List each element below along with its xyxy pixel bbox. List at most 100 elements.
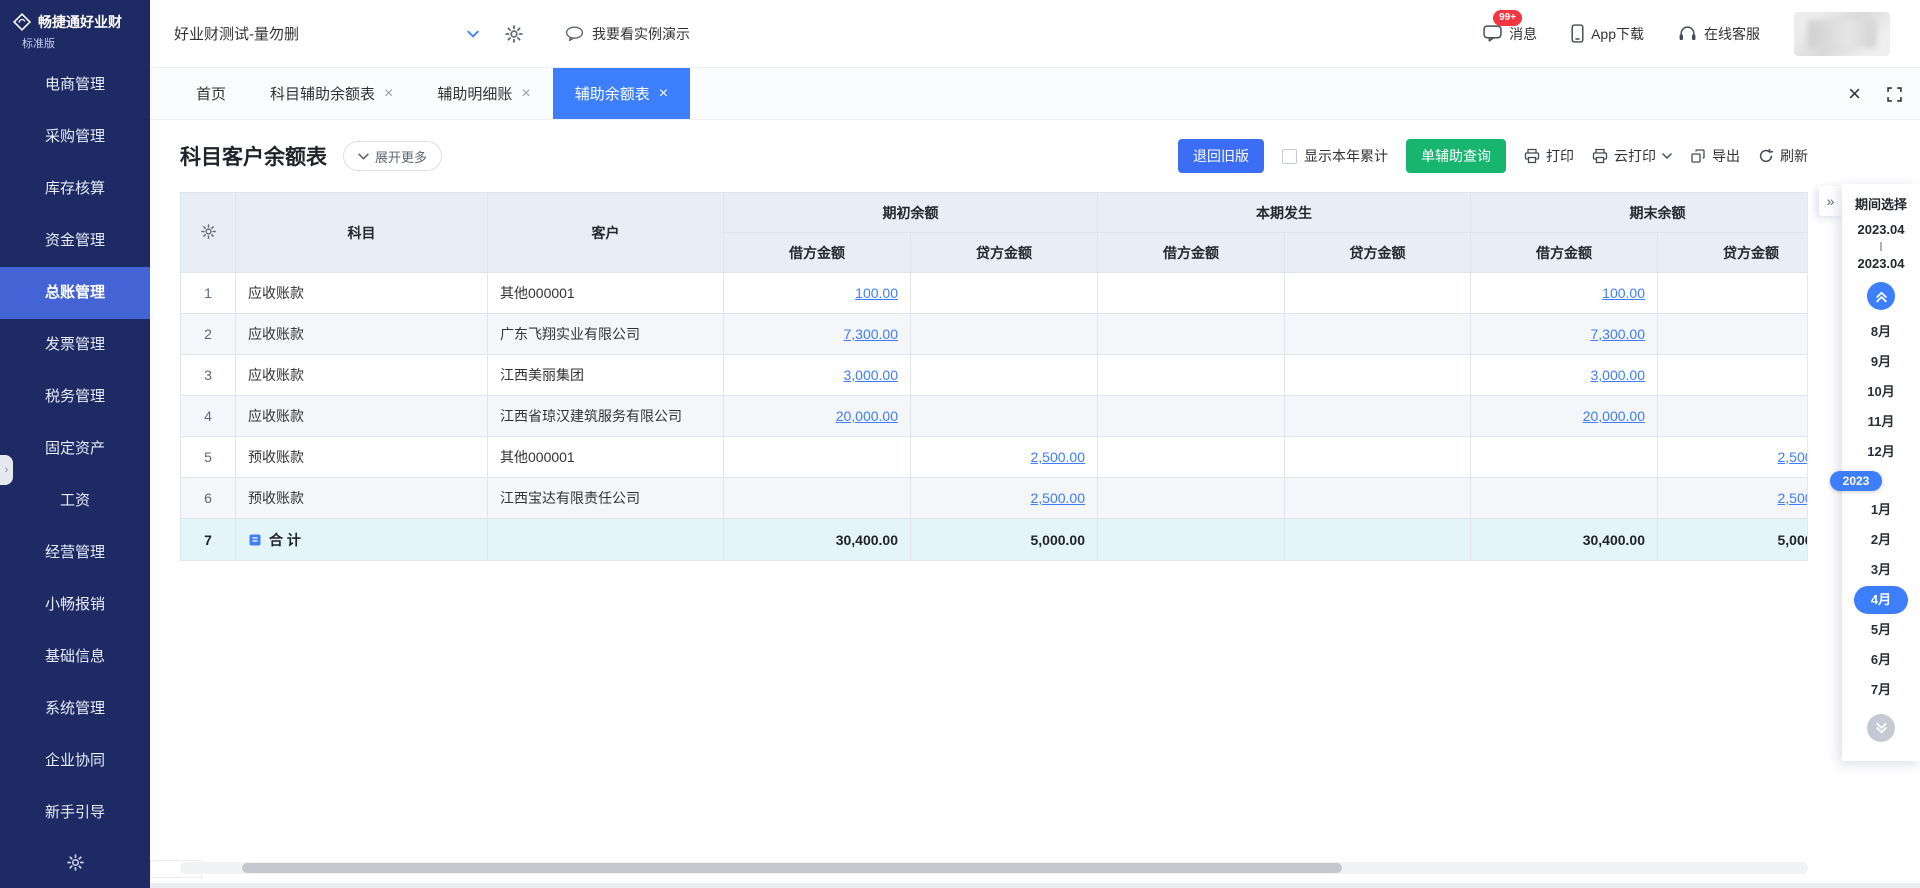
table-settings-gear-icon[interactable] bbox=[180, 192, 236, 273]
bottom-edge bbox=[150, 883, 1920, 888]
row-number: 5 bbox=[180, 436, 236, 478]
period-from[interactable]: 2023.04 bbox=[1842, 222, 1920, 237]
sidebar-item-payroll[interactable]: 工资 bbox=[0, 475, 150, 527]
sidebar-item-operations[interactable]: 经营管理 bbox=[0, 527, 150, 579]
month-option[interactable]: 7月 bbox=[1842, 675, 1920, 705]
tab-subject-aux-balance[interactable]: 科目辅助余额表 × bbox=[248, 68, 415, 119]
month-option[interactable]: 3月 bbox=[1842, 555, 1920, 585]
settings-gear-icon[interactable] bbox=[505, 25, 523, 43]
cell-customer: 江西省琼汉建筑服务有限公司 bbox=[487, 395, 724, 437]
back-to-old-button[interactable]: 退回旧版 bbox=[1178, 139, 1264, 173]
sidebar-item-expense[interactable]: 小畅报销 bbox=[0, 579, 150, 631]
expand-more-button[interactable]: 展开更多 bbox=[343, 141, 443, 171]
amount-link[interactable]: 100.00 bbox=[855, 285, 898, 301]
sidebar-settings-gear-icon[interactable] bbox=[0, 846, 150, 888]
month-option-selected[interactable]: 4月 bbox=[1854, 586, 1908, 614]
table-row[interactable]: 5 预收账款 其他000001 2,500.00 2,500.00 bbox=[180, 436, 1808, 478]
month-option[interactable]: 6月 bbox=[1842, 645, 1920, 675]
tab-close-icon[interactable]: × bbox=[659, 85, 668, 102]
tabbar-actions: × bbox=[1848, 68, 1902, 120]
period-panel-collapse-handle[interactable]: » bbox=[1819, 186, 1842, 216]
sidebar: 畅捷通好业财 标准版 电商管理 采购管理 库存核算 资金管理 总账管理 发票管理… bbox=[0, 0, 150, 888]
print-label: 打印 bbox=[1546, 148, 1574, 164]
sidebar-item-basic-info[interactable]: 基础信息 bbox=[0, 631, 150, 683]
table-row[interactable]: 2 应收账款 广东飞翔实业有限公司 7,300.00 7,300.00 bbox=[180, 313, 1807, 355]
sidebar-item-tax[interactable]: 税务管理 bbox=[0, 371, 150, 423]
month-option[interactable]: 10月 bbox=[1842, 377, 1920, 407]
demo-link[interactable]: 我要看实例演示 bbox=[565, 24, 690, 44]
tab-aux-detail-ledger[interactable]: 辅助明细账 × bbox=[415, 68, 552, 119]
sidebar-collapse-handle[interactable]: › bbox=[0, 455, 13, 485]
cell-customer: 江西宝达有限责任公司 bbox=[487, 477, 724, 519]
period-scroll-down-button[interactable] bbox=[1867, 714, 1895, 742]
month-option[interactable]: 1月 bbox=[1842, 495, 1920, 525]
amount-link[interactable]: 20,000.00 bbox=[836, 408, 898, 424]
row-number: 1 bbox=[180, 272, 236, 314]
export-button[interactable]: 导出 bbox=[1690, 146, 1740, 166]
table-row[interactable]: 1 应收账款 其他000001 100.00 100.00 bbox=[180, 272, 1807, 314]
horizontal-scrollbar-track[interactable] bbox=[180, 862, 1808, 874]
sidebar-item-funds[interactable]: 资金管理 bbox=[0, 215, 150, 267]
table-row[interactable]: 4 应收账款 江西省琼汉建筑服务有限公司 20,000.00 20,000.00 bbox=[180, 395, 1807, 437]
month-option[interactable]: 8月 bbox=[1842, 317, 1920, 347]
amount-link[interactable]: 2,500.00 bbox=[1031, 449, 1086, 465]
org-select[interactable]: 好业财测试-量勿删 bbox=[174, 23, 479, 44]
tab-close-icon[interactable]: × bbox=[521, 85, 530, 102]
cell-subject: 应收账款 bbox=[235, 313, 488, 355]
sidebar-item-invoice[interactable]: 发票管理 bbox=[0, 319, 150, 371]
month-option[interactable]: 11月 bbox=[1842, 407, 1920, 437]
row-number: 3 bbox=[180, 354, 236, 396]
amount-link[interactable]: 7,300.00 bbox=[844, 326, 899, 342]
online-service-button[interactable]: 在线客服 bbox=[1678, 24, 1760, 44]
print-button[interactable]: 打印 bbox=[1524, 146, 1574, 166]
sidebar-item-general-ledger[interactable]: 总账管理 bbox=[0, 267, 150, 319]
online-service-label: 在线客服 bbox=[1704, 25, 1760, 42]
fullscreen-icon[interactable] bbox=[1887, 87, 1902, 102]
period-scroll-up-button[interactable] bbox=[1867, 282, 1895, 310]
tab-close-icon[interactable]: × bbox=[384, 85, 393, 102]
amount-link[interactable]: 2,500.00 bbox=[1031, 490, 1086, 506]
show-ytd-checkbox[interactable]: 显示本年累计 bbox=[1282, 146, 1388, 166]
month-option[interactable]: 5月 bbox=[1842, 615, 1920, 645]
period-to[interactable]: 2023.04 bbox=[1842, 256, 1920, 271]
sidebar-item-inventory[interactable]: 库存核算 bbox=[0, 163, 150, 215]
tab-aux-balance[interactable]: 辅助余额表 × bbox=[552, 68, 691, 119]
sidebar-item-ecommerce[interactable]: 电商管理 bbox=[0, 59, 150, 111]
single-aux-query-button[interactable]: 单辅助查询 bbox=[1406, 139, 1506, 173]
refresh-button[interactable]: 刷新 bbox=[1758, 146, 1808, 166]
cloud-print-label: 云打印 bbox=[1614, 148, 1656, 164]
sidebar-item-fixed-assets[interactable]: 固定资产 bbox=[0, 423, 150, 475]
sidebar-item-purchase[interactable]: 采购管理 bbox=[0, 111, 150, 163]
messages-button[interactable]: 99+ 消息 bbox=[1483, 9, 1537, 44]
app-download-button[interactable]: App下载 bbox=[1571, 24, 1644, 44]
close-icon[interactable]: × bbox=[1848, 83, 1861, 105]
horizontal-scrollbar-thumb[interactable] bbox=[242, 863, 1342, 873]
col-group-ending: 期末余额 bbox=[1470, 192, 1807, 233]
page-title: 科目客户余额表 bbox=[180, 146, 327, 169]
total-open-debit: 30,400.00 bbox=[723, 518, 911, 561]
month-option[interactable]: 2月 bbox=[1842, 525, 1920, 555]
sidebar-item-collaboration[interactable]: 企业协同 bbox=[0, 735, 150, 787]
org-select-value: 好业财测试-量勿删 bbox=[174, 26, 299, 43]
amount-link[interactable]: 3,000.00 bbox=[1591, 367, 1646, 383]
col-group-opening: 期初余额 bbox=[723, 192, 1098, 233]
month-option[interactable]: 12月 bbox=[1842, 437, 1920, 467]
table-row[interactable]: 3 应收账款 江西美丽集团 3,000.00 3,000.00 bbox=[180, 354, 1807, 396]
amount-link[interactable]: 3,000.00 bbox=[844, 367, 899, 383]
user-avatar[interactable] bbox=[1794, 11, 1890, 56]
cloud-print-button[interactable]: 云打印 bbox=[1592, 146, 1672, 166]
checkbox-icon bbox=[1282, 148, 1297, 164]
sidebar-item-guide[interactable]: 新手引导 bbox=[0, 787, 150, 839]
amount-link[interactable]: 20,000.00 bbox=[1583, 408, 1645, 424]
topbar-right: 99+ 消息 App下载 在线客服 bbox=[1483, 9, 1890, 56]
month-option[interactable]: 9月 bbox=[1842, 347, 1920, 377]
amount-link[interactable]: 7,300.00 bbox=[1591, 326, 1646, 342]
amount-link[interactable]: 2,500.00 bbox=[1778, 449, 1808, 465]
period-separator bbox=[1880, 242, 1882, 251]
sidebar-item-system[interactable]: 系统管理 bbox=[0, 683, 150, 735]
amount-link[interactable]: 100.00 bbox=[1602, 285, 1645, 301]
table-row[interactable]: 6 预收账款 江西宝达有限责任公司 2,500.00 2,500.00 bbox=[180, 477, 1808, 519]
col-header-subject: 科目 bbox=[235, 192, 488, 273]
tab-home[interactable]: 首页 bbox=[174, 68, 248, 119]
amount-link[interactable]: 2,500.00 bbox=[1778, 490, 1808, 506]
